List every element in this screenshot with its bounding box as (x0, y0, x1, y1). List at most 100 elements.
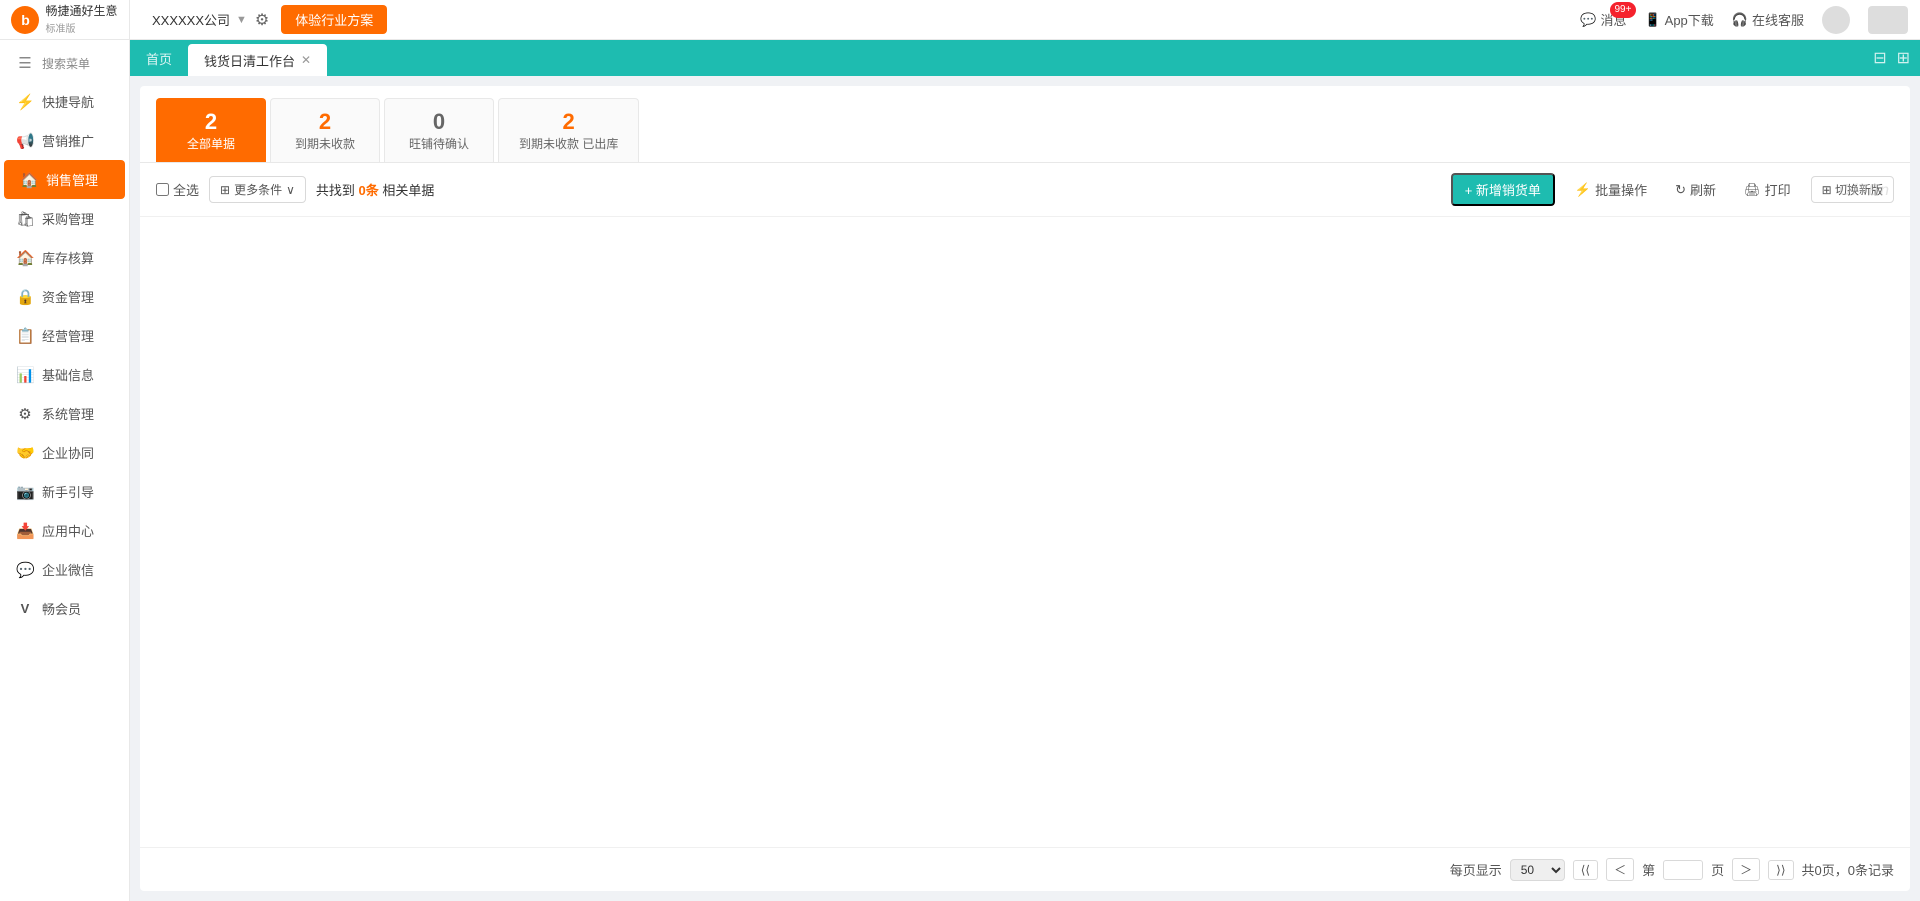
message-button[interactable]: 💬 消息 99+ (1580, 10, 1626, 29)
summary-tab-shipped[interactable]: 2 到期未收款 已出库 (498, 98, 639, 162)
online-service-label: 在线客服 (1752, 10, 1804, 29)
app-download-icon: 📱 (1644, 12, 1660, 28)
tab-overdue-count: 2 (291, 109, 359, 135)
member-icon: V (16, 601, 34, 616)
nav-tabs-bar: 首页 钱货日清工作台 ✕ ⊟ ⊞ (130, 40, 1920, 76)
summary-tab-overdue[interactable]: 2 到期未收款 (270, 98, 380, 162)
company-name: XXXXXX公司 (152, 10, 230, 29)
tab-wangpu-count: 0 (405, 109, 473, 135)
tab-daily-work[interactable]: 钱货日清工作台 ✕ (188, 44, 327, 76)
logo-sub: 标准版 (45, 20, 117, 35)
sales-icon: 🏠 (20, 171, 38, 189)
message-badge: 99+ (1610, 2, 1637, 18)
tab-home[interactable]: 首页 (130, 40, 188, 76)
tab-wangpu-label: 旺铺待确认 (409, 137, 469, 151)
select-all-label: 全选 (173, 180, 199, 199)
operations-icon: 📋 (16, 327, 34, 345)
result-text: 共找到 0条 相关单据 (316, 180, 435, 199)
result-count: 0条 (359, 183, 379, 198)
toolbar-left: 全选 ⊞ 更多条件 ∨ 共找到 0条 相关单据 (156, 176, 434, 203)
main-content: 2 全部单据 2 到期未收款 0 旺铺待确认 2 到期未收款 已出库 全选 (130, 76, 1920, 901)
batch-icon: ⚡ (1575, 182, 1591, 198)
settings-button[interactable]: ⚙ (255, 10, 269, 30)
minimize-icon[interactable]: ⊟ (1873, 48, 1886, 68)
avatar[interactable] (1822, 6, 1850, 34)
menu-inventory[interactable]: 🏠 库存核算 (0, 238, 129, 277)
logo-text: 畅捷通好生意 (45, 4, 117, 20)
quick-nav-icon: ⚡ (16, 93, 34, 111)
app-download-label: App下载 (1665, 10, 1714, 29)
filter-icon: ⊞ (220, 183, 230, 197)
chevron-down-filter-icon: ∨ (286, 183, 295, 197)
header-right: 💬 消息 99+ 📱 App下载 🎧 在线客服 (1580, 6, 1908, 34)
page-label-end: 页 (1711, 860, 1724, 879)
table-area (140, 217, 1910, 847)
sidebar-menu: ☰ 搜索菜单 ⚡ 快捷导航 📢 营销推广 🏠 销售管理 🛍 采购管理 🏠 库存核… (0, 40, 129, 901)
menu-search-icon: ☰ (16, 54, 34, 72)
user-name[interactable] (1868, 6, 1908, 34)
content-area: 2 全部单据 2 到期未收款 0 旺铺待确认 2 到期未收款 已出库 全选 (140, 86, 1910, 891)
menu-guide[interactable]: 📷 新手引导 (0, 472, 129, 511)
maximize-icon[interactable]: ⊞ (1897, 48, 1910, 68)
more-filters-button[interactable]: ⊞ 更多条件 ∨ (209, 176, 306, 203)
prev-page-button[interactable]: ＜ (1606, 858, 1634, 881)
menu-finance[interactable]: 🔒 资金管理 (0, 277, 129, 316)
menu-operations[interactable]: 📋 经营管理 (0, 316, 129, 355)
menu-member[interactable]: V 畅会员 (0, 589, 129, 628)
summary-tabs: 2 全部单据 2 到期未收款 0 旺铺待确认 2 到期未收款 已出库 (140, 86, 1910, 163)
switch-new-version-button[interactable]: ⊞ 切换新版 (1811, 176, 1894, 203)
print-icon: 🖨 (1744, 182, 1761, 198)
wechat-icon: 💬 (16, 561, 34, 579)
nav-tabs-actions: ⊟ ⊞ (1873, 40, 1920, 76)
print-button[interactable]: 🖨 打印 (1736, 176, 1799, 203)
pagination: 每页显示 20 50 100 ⟨⟨ ＜ 第 1 页 ＞ ⟩⟩ 共0页，0条记录 (140, 847, 1910, 891)
page-label: 第 (1642, 860, 1655, 879)
select-all-input[interactable] (156, 183, 169, 196)
menu-sales[interactable]: 🏠 销售管理 (4, 160, 125, 199)
menu-purchase[interactable]: 🛍 采购管理 (0, 199, 129, 238)
page-number-input[interactable]: 1 (1663, 860, 1703, 880)
tab-all-count: 2 (177, 109, 245, 135)
tab-all-label: 全部单据 (187, 137, 235, 151)
tab-shipped-label: 到期未收款 已出库 (519, 137, 618, 151)
app-download-button[interactable]: 📱 App下载 (1644, 10, 1713, 29)
tab-close-icon[interactable]: ✕ (301, 53, 311, 67)
first-page-button[interactable]: ⟨⟨ (1573, 860, 1598, 880)
menu-basic-info[interactable]: 📊 基础信息 (0, 355, 129, 394)
guide-icon: 📷 (16, 483, 34, 501)
menu-search[interactable]: ☰ 搜索菜单 (0, 44, 129, 82)
toolbar: 全选 ⊞ 更多条件 ∨ 共找到 0条 相关单据 + 新增销货单 ⚡ 批量操作 (140, 163, 1910, 217)
page-size-label: 每页显示 (1450, 860, 1502, 879)
menu-marketing[interactable]: 📢 营销推广 (0, 121, 129, 160)
top-header: XXXXXX公司 ▼ ⚙ 体验行业方案 💬 消息 99+ 📱 App下载 🎧 在… (130, 0, 1920, 40)
menu-wechat[interactable]: 💬 企业微信 (0, 550, 129, 589)
app-center-icon: 📥 (16, 522, 34, 540)
page-size-select[interactable]: 20 50 100 (1510, 859, 1565, 881)
last-page-button[interactable]: ⟩⟩ (1768, 860, 1793, 880)
online-service-icon: 🎧 (1732, 12, 1748, 28)
select-all-checkbox[interactable]: 全选 (156, 180, 199, 199)
menu-quick-nav[interactable]: ⚡ 快捷导航 (0, 82, 129, 121)
batch-operation-button[interactable]: ⚡ 批量操作 (1567, 176, 1655, 203)
summary-tab-all[interactable]: 2 全部单据 (156, 98, 266, 162)
finance-icon: 🔒 (16, 288, 34, 306)
refresh-button[interactable]: ↻ 刷新 (1667, 176, 1724, 203)
online-service-button[interactable]: 🎧 在线客服 (1732, 10, 1804, 29)
summary-tab-wangpu[interactable]: 0 旺铺待确认 (384, 98, 494, 162)
menu-enterprise[interactable]: 🤝 企业协同 (0, 433, 129, 472)
company-selector[interactable]: XXXXXX公司 ▼ (152, 10, 247, 29)
message-icon: 💬 (1580, 12, 1596, 28)
tab-overdue-label: 到期未收款 (295, 137, 355, 151)
refresh-icon: ↻ (1675, 182, 1686, 198)
add-sale-order-button[interactable]: + 新增销货单 (1451, 173, 1555, 206)
try-industry-button[interactable]: 体验行业方案 (281, 5, 387, 34)
chevron-down-icon: ▼ (236, 14, 247, 26)
next-page-button[interactable]: ＞ (1732, 858, 1760, 881)
sidebar: b 畅捷通好生意 标准版 ☰ 搜索菜单 ⚡ 快捷导航 📢 营销推广 🏠 销售管理… (0, 0, 130, 901)
menu-system[interactable]: ⚙ 系统管理 (0, 394, 129, 433)
enterprise-icon: 🤝 (16, 444, 34, 462)
tab-shipped-count: 2 (519, 109, 618, 135)
menu-app-center[interactable]: 📥 应用中心 (0, 511, 129, 550)
switch-icon: ⊞ (1822, 183, 1832, 197)
logo-icon: b (11, 6, 39, 34)
